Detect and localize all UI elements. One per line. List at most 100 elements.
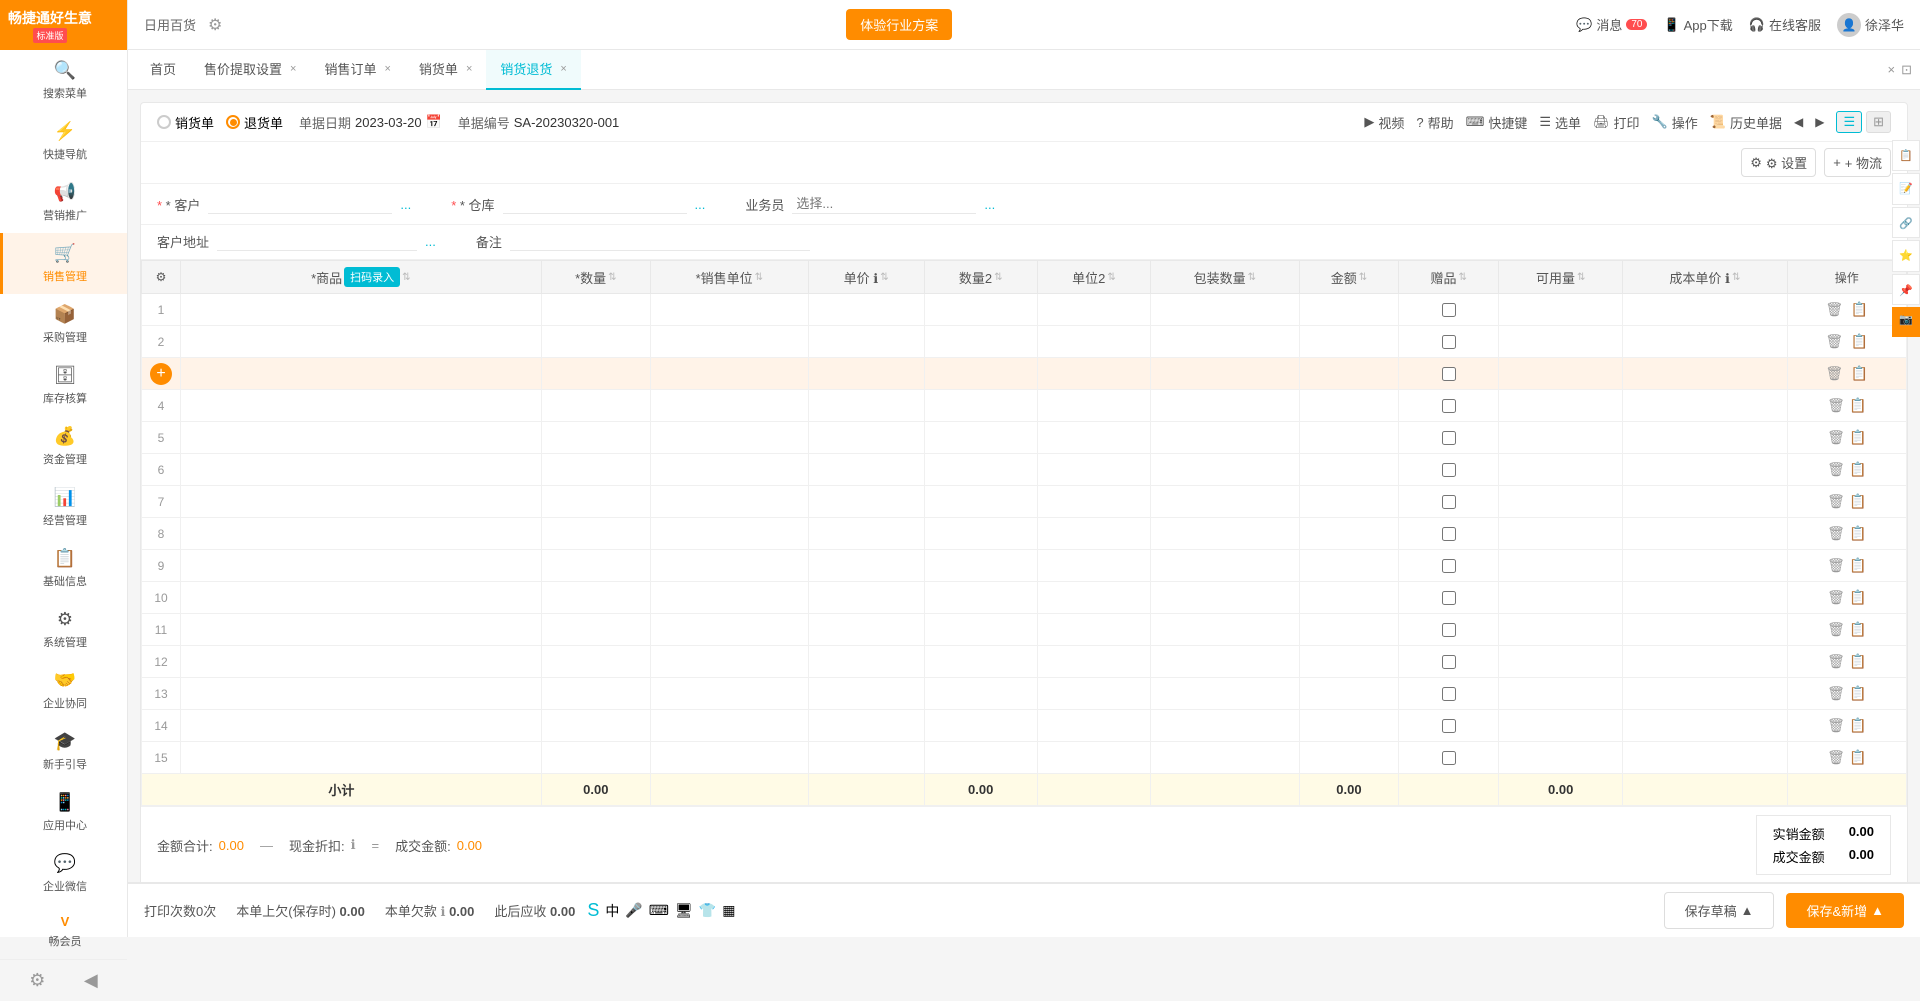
- gift-cb-5[interactable]: [1442, 431, 1456, 445]
- salesman-input[interactable]: [792, 194, 976, 214]
- radio-sale[interactable]: 销货单: [157, 113, 214, 132]
- del-4[interactable]: 🗑: [1825, 395, 1847, 416]
- row-amount-3[interactable]: [1299, 358, 1399, 390]
- side-float-1[interactable]: 📋: [1892, 140, 1920, 171]
- price-sort-icon[interactable]: ⇅: [880, 272, 888, 283]
- row-qty-1[interactable]: [541, 294, 650, 326]
- row-unit-1[interactable]: [650, 294, 808, 326]
- address-select-btn[interactable]: ...: [425, 234, 436, 249]
- row-qty2-1[interactable]: [924, 294, 1037, 326]
- gift-cb-14[interactable]: [1442, 719, 1456, 733]
- copy-6[interactable]: 📋: [1847, 459, 1868, 480]
- cost-sort-icon[interactable]: ⇅: [1732, 272, 1740, 283]
- sidebar-item-sales[interactable]: 🛒 销售管理: [0, 233, 127, 294]
- sidebar-item-marketing[interactable]: 📢 营销推广: [0, 172, 127, 233]
- side-float-4[interactable]: ⭐: [1892, 240, 1920, 271]
- row-copy-btn-2[interactable]: 📋: [1849, 331, 1870, 352]
- row-product-3[interactable]: [181, 358, 542, 390]
- tab-sales[interactable]: 销货单 ×: [405, 50, 486, 90]
- row-product-2[interactable]: [181, 326, 542, 358]
- experience-btn[interactable]: 体验行业方案: [846, 9, 952, 40]
- qty-sort-icon[interactable]: ⇅: [608, 272, 616, 283]
- video-btn[interactable]: ▶ 视频: [1364, 113, 1404, 132]
- del-10[interactable]: 🗑: [1825, 587, 1847, 608]
- tab-home[interactable]: 首页: [136, 50, 190, 90]
- sidebar-item-search[interactable]: 🔍 搜索菜单: [0, 50, 127, 111]
- amount-sort-icon[interactable]: ⇅: [1359, 272, 1367, 283]
- del-8[interactable]: 🗑: [1825, 523, 1847, 544]
- gift-cb-4[interactable]: [1442, 399, 1456, 413]
- row-avail-2[interactable]: [1499, 326, 1623, 358]
- row-unit2-2[interactable]: [1037, 326, 1150, 358]
- next-btn[interactable]: ▶: [1815, 115, 1824, 129]
- unit2-sort-icon[interactable]: ⇅: [1107, 272, 1115, 283]
- row-gift-2[interactable]: [1399, 326, 1499, 358]
- gift-cb-13[interactable]: [1442, 687, 1456, 701]
- discount-help-icon[interactable]: ℹ: [351, 837, 356, 853]
- row-price-3[interactable]: [808, 358, 924, 390]
- warehouse-select-btn[interactable]: ...: [695, 197, 706, 212]
- row-amount-1[interactable]: [1299, 294, 1399, 326]
- row-qty2-2[interactable]: [924, 326, 1037, 358]
- gift-cb-6[interactable]: [1442, 463, 1456, 477]
- sidebar-item-guide[interactable]: 🎓 新手引导: [0, 721, 127, 782]
- sidebar-item-system[interactable]: ⚙ 系统管理: [0, 599, 127, 660]
- online-service-btn[interactable]: 🎧 在线客服: [1749, 15, 1821, 34]
- product-input-3[interactable]: [189, 366, 533, 381]
- copy-5[interactable]: 📋: [1847, 427, 1868, 448]
- row-price-1[interactable]: [808, 294, 924, 326]
- tab-sales-return-close[interactable]: ×: [560, 63, 566, 75]
- row-gift-1[interactable]: [1399, 294, 1499, 326]
- gift-cb-10[interactable]: [1442, 591, 1456, 605]
- header-gear-icon[interactable]: ⚙: [208, 15, 222, 35]
- sidebar-item-purchase[interactable]: 📦 采购管理: [0, 294, 127, 355]
- copy-8[interactable]: 📋: [1847, 523, 1868, 544]
- copy-4[interactable]: 📋: [1847, 395, 1868, 416]
- row-qty-3[interactable]: [541, 358, 650, 390]
- prev-btn[interactable]: ◀: [1794, 115, 1803, 129]
- scan-btn[interactable]: 扫码录入: [344, 267, 400, 287]
- save-draft-arrow[interactable]: ▲: [1741, 903, 1754, 918]
- row-pkg-3[interactable]: [1151, 358, 1299, 390]
- copy-7[interactable]: 📋: [1847, 491, 1868, 512]
- tab-sales-return[interactable]: 销货退货 ×: [486, 50, 580, 90]
- sidebar-item-finance[interactable]: 💰 资金管理: [0, 416, 127, 477]
- save-new-arrow[interactable]: ▲: [1871, 903, 1884, 918]
- row-qty2-3[interactable]: [924, 358, 1037, 390]
- copy-12[interactable]: 📋: [1847, 651, 1868, 672]
- gift-sort-icon[interactable]: ⇅: [1459, 272, 1467, 283]
- row-pkg-2[interactable]: [1151, 326, 1299, 358]
- copy-11[interactable]: 📋: [1847, 619, 1868, 640]
- avail-sort-icon[interactable]: ⇅: [1577, 272, 1585, 283]
- sidebar-item-vip[interactable]: V 畅会员: [0, 904, 127, 959]
- settings-bottom-icon[interactable]: ⚙: [29, 970, 45, 991]
- settings-btn[interactable]: ⚙ ⚙ 设置: [1741, 148, 1816, 177]
- salesman-select-btn[interactable]: ...: [984, 197, 995, 212]
- row-cost-2[interactable]: [1623, 326, 1787, 358]
- sidebar-item-operations[interactable]: 📊 经营管理: [0, 477, 127, 538]
- operation-btn[interactable]: 🔧 操作: [1652, 113, 1698, 132]
- del-6[interactable]: 🗑: [1825, 459, 1847, 480]
- remark-input[interactable]: [510, 231, 810, 251]
- side-float-orange[interactable]: 📷: [1892, 307, 1920, 336]
- row-pkg-1[interactable]: [1151, 294, 1299, 326]
- sidebar-item-enterprise[interactable]: 🤝 企业协同: [0, 660, 127, 721]
- table-gear-col[interactable]: ⚙: [142, 261, 181, 294]
- row-gift-3[interactable]: [1399, 358, 1499, 390]
- warehouse-input[interactable]: 总仓: [503, 194, 687, 214]
- copy-14[interactable]: 📋: [1847, 715, 1868, 736]
- gift-cb-7[interactable]: [1442, 495, 1456, 509]
- qty2-sort-icon[interactable]: ⇅: [994, 272, 1002, 283]
- save-draft-btn[interactable]: 保存草稿 ▲: [1664, 892, 1775, 929]
- gift-cb-9[interactable]: [1442, 559, 1456, 573]
- row-delete-btn-1[interactable]: 🗑: [1823, 299, 1845, 320]
- tab-close-all-icon[interactable]: ×: [1888, 62, 1896, 78]
- row-amount-2[interactable]: [1299, 326, 1399, 358]
- tab-sales-order[interactable]: 销售订单 ×: [310, 50, 404, 90]
- side-float-2[interactable]: 📝: [1892, 173, 1920, 204]
- gift-cb-15[interactable]: [1442, 751, 1456, 765]
- gift-cb-8[interactable]: [1442, 527, 1456, 541]
- app-download-btn[interactable]: 📱 App下载: [1663, 15, 1732, 34]
- logistics-btn[interactable]: + + 物流: [1824, 148, 1891, 177]
- copy-10[interactable]: 📋: [1847, 587, 1868, 608]
